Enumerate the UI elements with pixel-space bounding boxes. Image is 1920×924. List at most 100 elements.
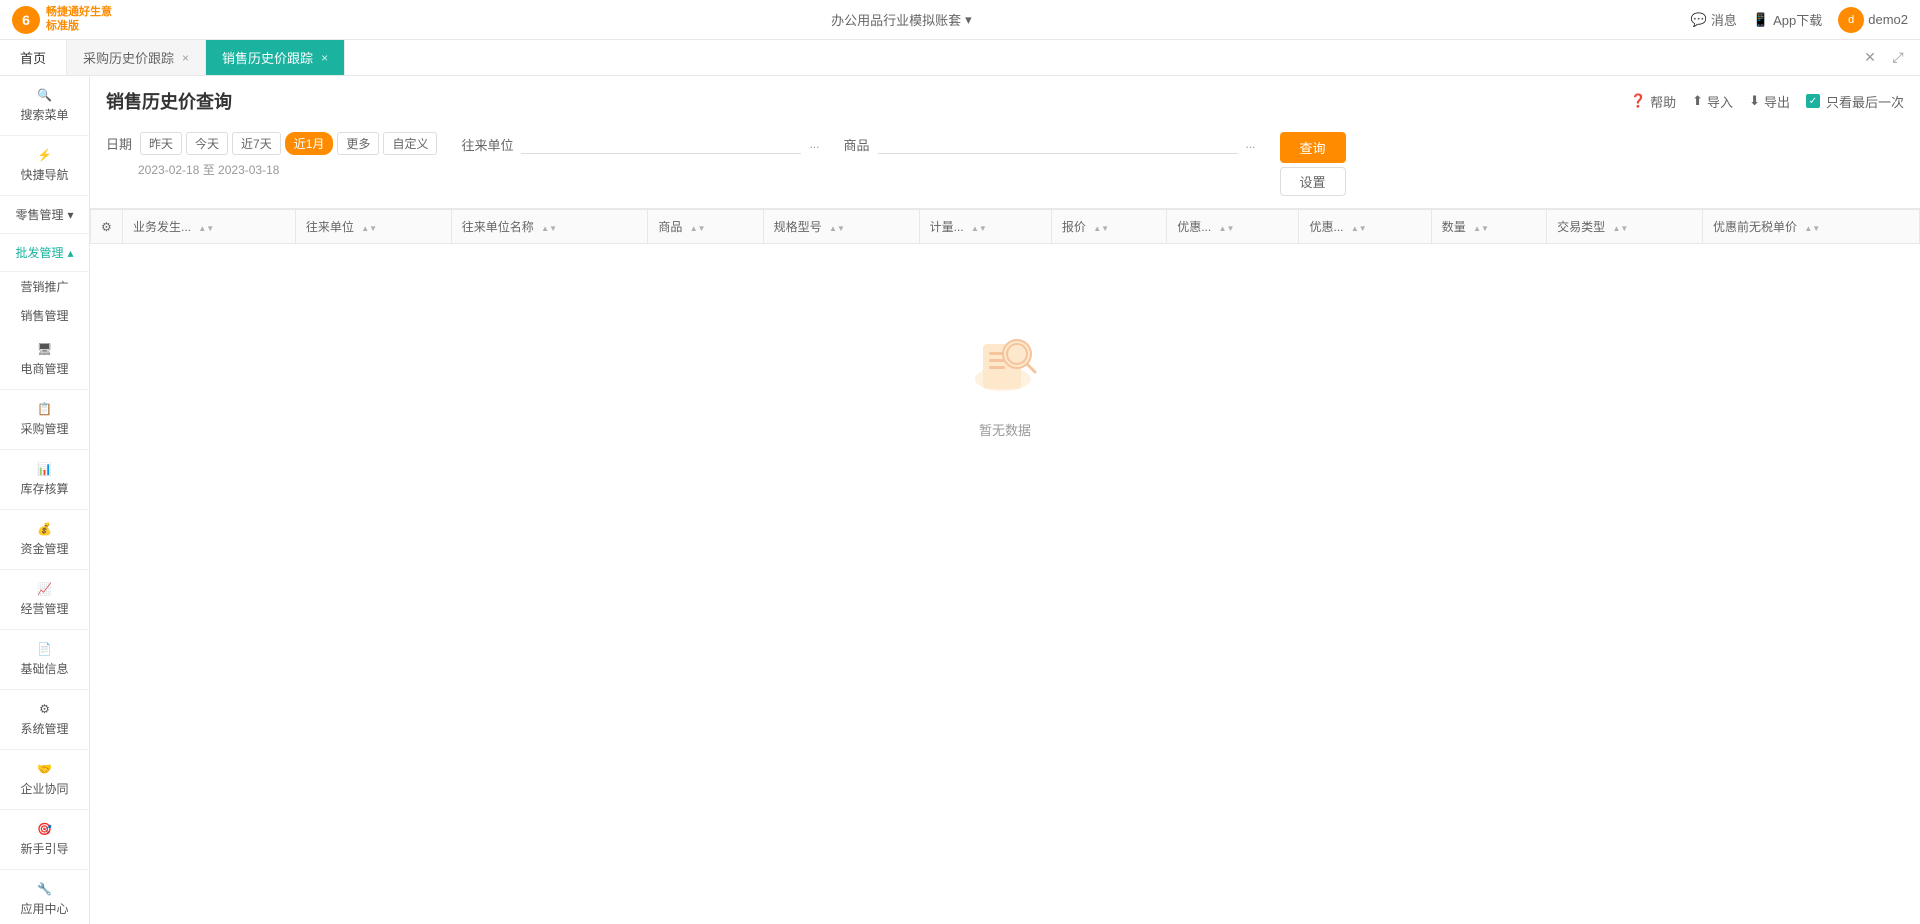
logo-area: 6 畅捷通好生意 标准版 <box>12 6 112 34</box>
logo-icon: 6 <box>12 6 40 34</box>
empty-state: 暂无数据 <box>90 244 1920 519</box>
sort-icon: ▲▼ <box>361 225 377 233</box>
sidebar-item-basic-info[interactable]: 📄 基础信息 <box>0 630 89 690</box>
help-btn[interactable]: ❓ 帮助 <box>1630 92 1676 111</box>
export-btn[interactable]: ⬇ 导出 <box>1749 92 1790 111</box>
th-biz-date[interactable]: 业务发生... ▲▼ <box>123 210 296 244</box>
ecommerce-icon: 🖥 <box>37 342 52 356</box>
settings-button[interactable]: 设置 <box>1280 167 1346 196</box>
app-download-btn[interactable]: 📱 App下载 <box>1753 10 1822 29</box>
product-input-dots[interactable]: ... <box>1246 137 1256 151</box>
user-menu[interactable]: d demo2 <box>1838 7 1908 33</box>
app-selector[interactable]: 办公用品行业模拟账套 ▾ <box>831 10 972 29</box>
th-spec[interactable]: 规格型号 ▲▼ <box>763 210 919 244</box>
topbar-right: 💬 消息 📱 App下载 d demo2 <box>1691 7 1908 33</box>
sort-icon: ▲▼ <box>198 225 214 233</box>
topbar-left: 6 畅捷通好生意 标准版 <box>12 6 112 34</box>
only-last-toggle[interactable]: ✓ 只看最后一次 <box>1806 92 1904 111</box>
date-range-display: 2023-02-18 至 2023-03-18 <box>138 163 279 177</box>
tab-sales-history[interactable]: 销售历史价跟踪 × <box>206 40 345 75</box>
date-btn-yesterday[interactable]: 昨天 <box>140 132 182 155</box>
basic-info-icon: 📄 <box>37 642 52 656</box>
sidebar-item-retail-mgmt[interactable]: 零售管理 ▾ <box>0 196 89 234</box>
th-tax-free-price[interactable]: 优惠前无税单价 ▲▼ <box>1703 210 1920 244</box>
system-icon: ⚙ <box>39 702 50 716</box>
tab-sales-history-close[interactable]: × <box>321 51 328 65</box>
import-btn[interactable]: ⬆ 导入 <box>1692 92 1733 111</box>
date-filter-label: 日期 <box>106 134 132 153</box>
sidebar-item-new-guide[interactable]: 🎯 新手引导 <box>0 810 89 870</box>
th-partner-code[interactable]: 往来单位 ▲▼ <box>295 210 451 244</box>
sidebar-item-ecommerce-mgmt[interactable]: 🖥 电商管理 <box>0 330 89 390</box>
sidebar-item-finance-mgmt[interactable]: 💰 资金管理 <box>0 510 89 570</box>
operations-icon: 📈 <box>37 582 52 596</box>
sidebar-item-inventory[interactable]: 📊 库存核算 <box>0 450 89 510</box>
th-price[interactable]: 报价 ▲▼ <box>1051 210 1166 244</box>
sort-icon: ▲▼ <box>1804 225 1820 233</box>
sort-icon: ▲▼ <box>541 225 557 233</box>
app-center-icon: 🔧 <box>37 882 52 896</box>
sort-icon: ▲▼ <box>1219 225 1235 233</box>
th-gear[interactable]: ⚙ <box>91 210 123 244</box>
tab-maximize-btn[interactable]: ⤢ <box>1888 48 1908 68</box>
sidebar-item-quick-nav[interactable]: ⚡ 快捷导航 <box>0 136 89 196</box>
export-icon: ⬇ <box>1749 93 1760 109</box>
purchase-icon: 📋 <box>37 402 52 416</box>
filter-area: 日期 昨天 今天 近7天 近1月 更多 自定义 2023-02-18 至 202… <box>90 122 1920 209</box>
only-last-checkbox[interactable]: ✓ <box>1806 94 1820 108</box>
th-product[interactable]: 商品 ▲▼ <box>648 210 763 244</box>
sidebar-item-enterprise-agreement[interactable]: 🤝 企业协同 <box>0 750 89 810</box>
main-layout: 🔍 搜索菜单 ⚡ 快捷导航 零售管理 ▾ 批发管理 ▴ 营销推广 销售管理 🖥 … <box>0 76 1920 924</box>
page-title: 销售历史价查询 <box>106 88 232 114</box>
sidebar-item-search-menu[interactable]: 🔍 搜索菜单 <box>0 76 89 136</box>
th-discount2[interactable]: 优惠... ▲▼ <box>1299 210 1431 244</box>
inventory-icon: 📊 <box>37 462 52 476</box>
empty-text: 暂无数据 <box>979 420 1031 439</box>
sidebar-item-purchase-mgmt[interactable]: 📋 采购管理 <box>0 390 89 450</box>
date-btn-today[interactable]: 今天 <box>186 132 228 155</box>
th-quantity[interactable]: 数量 ▲▼ <box>1431 210 1546 244</box>
date-btn-1month[interactable]: 近1月 <box>285 132 334 155</box>
sort-icon: ▲▼ <box>1612 225 1628 233</box>
tab-home[interactable]: 首页 <box>0 40 67 75</box>
product-input[interactable] <box>878 134 1238 154</box>
partner-filter-label: 往来单位 <box>461 135 513 154</box>
partner-input[interactable] <box>521 134 801 154</box>
table-area: ⚙ 业务发生... ▲▼ 往来单位 ▲▼ 往来单位名称 ▲▼ <box>90 209 1920 924</box>
tab-purchase-history[interactable]: 采购历史价跟踪 × <box>67 40 206 75</box>
logo-text: 畅捷通好生意 标准版 <box>46 6 112 32</box>
enterprise-icon: 🤝 <box>37 762 52 776</box>
tabbar: 首页 采购历史价跟踪 × 销售历史价跟踪 × ✕ ⤢ <box>0 40 1920 76</box>
topbar: 6 畅捷通好生意 标准版 办公用品行业模拟账套 ▾ 💬 消息 📱 App下载 d… <box>0 0 1920 40</box>
th-trade-type[interactable]: 交易类型 ▲▼ <box>1547 210 1703 244</box>
date-btn-more[interactable]: 更多 <box>337 132 379 155</box>
sort-icon: ▲▼ <box>690 225 706 233</box>
sidebar-item-marketing[interactable]: 营销推广 <box>0 272 89 301</box>
sidebar-item-wholesale-mgmt[interactable]: 批发管理 ▴ <box>0 234 89 272</box>
message-btn[interactable]: 💬 消息 <box>1691 10 1737 29</box>
chevron-down-icon: ▾ <box>67 208 73 222</box>
th-discount1[interactable]: 优惠... ▲▼ <box>1167 210 1299 244</box>
avatar: d <box>1838 7 1864 33</box>
sidebar-item-operations-mgmt[interactable]: 📈 经营管理 <box>0 570 89 630</box>
partner-input-dots[interactable]: ... <box>809 137 819 151</box>
message-icon: 💬 <box>1691 12 1707 28</box>
chevron-down-icon: ▾ <box>965 12 972 28</box>
chevron-up-icon: ▴ <box>67 246 73 260</box>
date-btn-7days[interactable]: 近7天 <box>232 132 281 155</box>
gear-icon[interactable]: ⚙ <box>101 220 112 234</box>
sort-icon: ▲▼ <box>829 225 845 233</box>
sidebar-item-sales-mgmt[interactable]: 销售管理 <box>0 301 89 330</box>
quick-nav-icon: ⚡ <box>37 148 52 162</box>
data-table: ⚙ 业务发生... ▲▼ 往来单位 ▲▼ 往来单位名称 ▲▼ <box>90 209 1920 244</box>
date-btn-custom[interactable]: 自定义 <box>383 132 437 155</box>
tab-purchase-history-close[interactable]: × <box>182 51 189 65</box>
th-partner-name[interactable]: 往来单位名称 ▲▼ <box>451 210 648 244</box>
sidebar-item-app-center[interactable]: 🔧 应用中心 <box>0 870 89 924</box>
query-button[interactable]: 查询 <box>1280 132 1346 163</box>
content-area: 销售历史价查询 ❓ 帮助 ⬆ 导入 ⬇ 导出 ✓ 只看最后一次 <box>90 76 1920 924</box>
th-unit[interactable]: 计量... ▲▼ <box>919 210 1051 244</box>
tab-close-all-btn[interactable]: ✕ <box>1860 48 1880 68</box>
sidebar-item-system-mgmt[interactable]: ⚙ 系统管理 <box>0 690 89 750</box>
sort-icon: ▲▼ <box>1351 225 1367 233</box>
